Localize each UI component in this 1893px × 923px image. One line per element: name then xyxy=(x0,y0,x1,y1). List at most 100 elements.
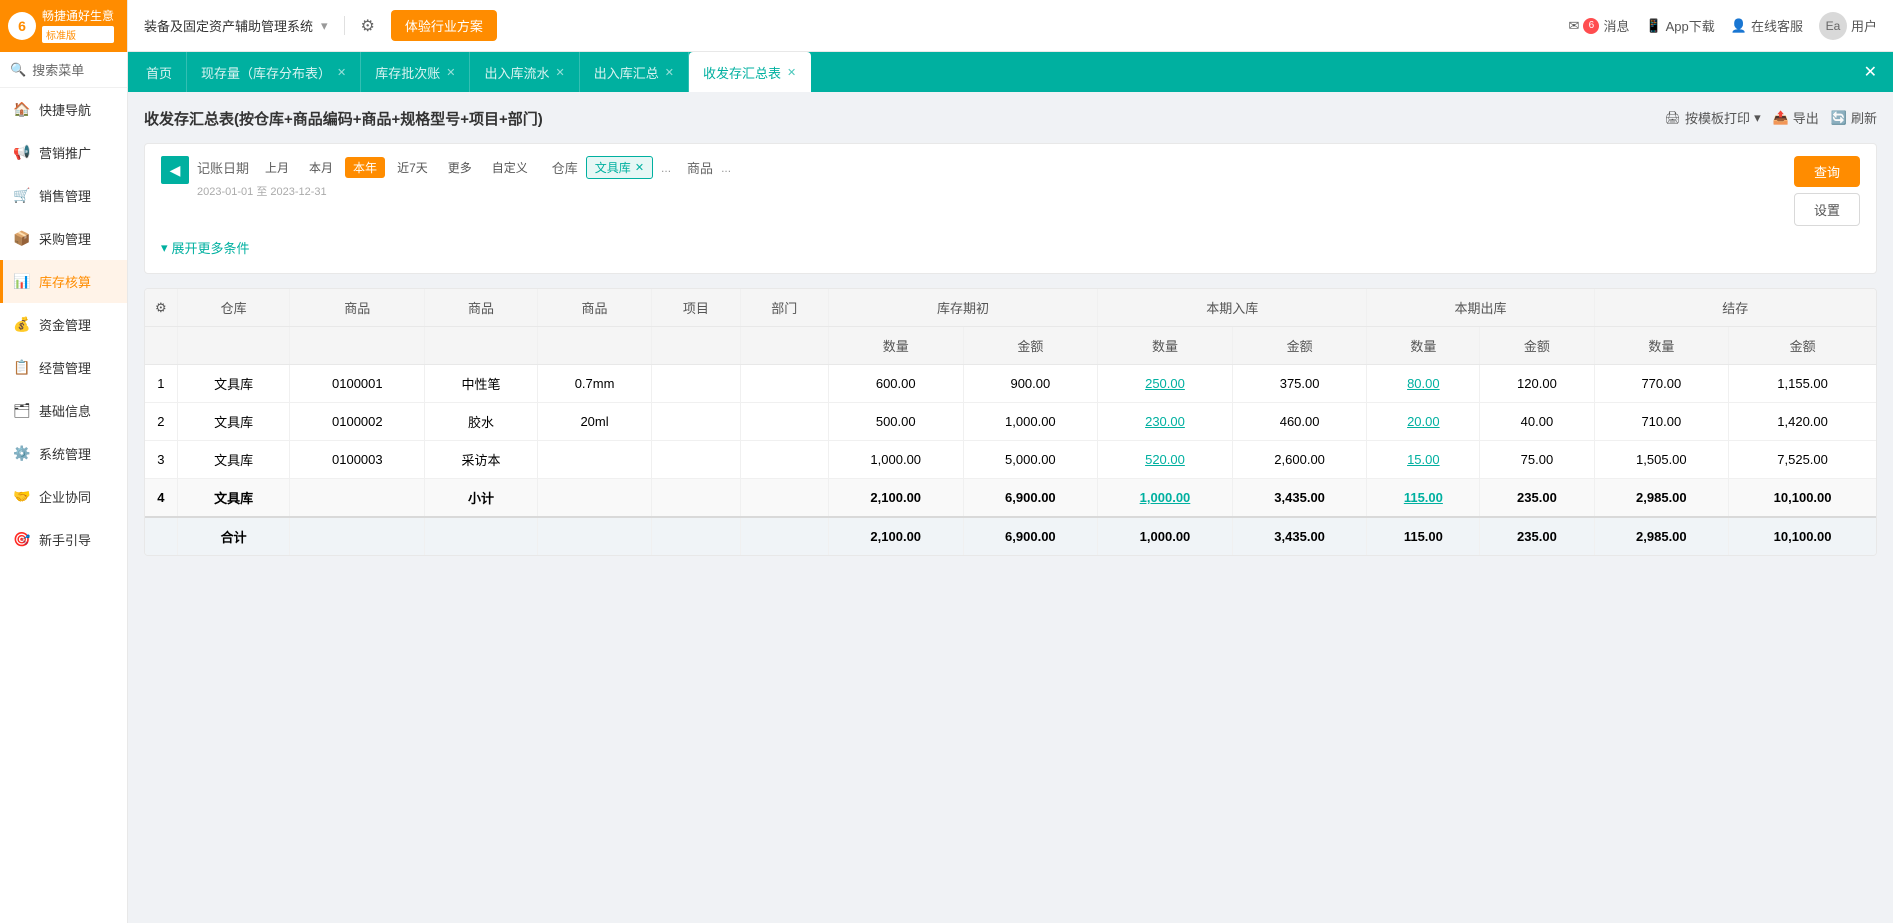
tab-window-close-button[interactable]: ✕ xyxy=(1852,62,1889,82)
goods-more-button[interactable]: ... xyxy=(721,161,731,175)
row-out-amt: 40.00 xyxy=(1480,403,1594,441)
tab-close-icon[interactable]: ✕ xyxy=(787,66,796,79)
table-row: 2 文具库 0100002 胶水 20ml 500.00 1,000.00 23… xyxy=(145,403,1876,441)
date-btn-this-month[interactable]: 本月 xyxy=(301,157,341,178)
tab-inout-summary[interactable]: 出入库汇总 ✕ xyxy=(580,52,689,92)
date-btn-7days[interactable]: 近7天 xyxy=(389,157,436,178)
sub-in-qty: 数量 xyxy=(1098,327,1233,365)
trial-button[interactable]: 体验行业方案 xyxy=(391,10,497,41)
row-dept xyxy=(740,365,828,403)
tab-close-icon[interactable]: ✕ xyxy=(337,66,346,79)
table-row: 3 文具库 0100003 采访本 1,000.00 5,000.00 520.… xyxy=(145,441,1876,479)
avatar: Ea xyxy=(1819,12,1847,40)
date-btn-last-month[interactable]: 上月 xyxy=(257,157,297,178)
goods-filter-label: 商品 xyxy=(687,158,713,177)
tab-home[interactable]: 首页 xyxy=(132,52,187,92)
row-out-qty[interactable]: 115.00 xyxy=(1367,479,1480,518)
date-range-display: 2023-01-01 至 2023-12-31 xyxy=(197,186,327,198)
app-download-label: App下载 xyxy=(1666,16,1715,35)
sidebar-item-system[interactable]: ⚙️ 系统管理 xyxy=(0,432,127,475)
row-project xyxy=(652,479,740,518)
operations-icon: 📋 xyxy=(13,359,31,377)
tab-recv-send-summary[interactable]: 收发存汇总表 ✕ xyxy=(689,52,811,92)
row-code: 0100001 xyxy=(290,365,425,403)
sidebar-item-enterprise[interactable]: 🤝 企业协同 xyxy=(0,475,127,518)
refresh-button[interactable]: 🔄 刷新 xyxy=(1831,108,1877,127)
user-button[interactable]: Ea 用户 xyxy=(1819,12,1877,40)
date-btn-this-year[interactable]: 本年 xyxy=(345,157,385,178)
sidebar-item-sales[interactable]: 🛒 销售管理 xyxy=(0,174,127,217)
sidebar-item-operations[interactable]: 📋 经营管理 xyxy=(0,346,127,389)
online-service-button[interactable]: 👤 在线客服 xyxy=(1731,16,1803,35)
row-bal-amt: 7,525.00 xyxy=(1729,441,1876,479)
sidebar-item-guide[interactable]: 🎯 新手引导 xyxy=(0,518,127,561)
sidebar-item-label: 库存核算 xyxy=(39,272,91,291)
row-in-amt: 375.00 xyxy=(1232,365,1367,403)
row-in-qty[interactable]: 1,000.00 xyxy=(1098,479,1233,518)
print-button[interactable]: 🖨 按模板打印 ▾ xyxy=(1665,108,1761,127)
row-spec xyxy=(537,441,651,479)
tabbar: 首页 现存量（库存分布表） ✕ 库存批次账 ✕ 出入库流水 ✕ 出入库汇总 ✕ … xyxy=(128,52,1893,92)
sidebar-item-inventory[interactable]: 📊 库存核算 xyxy=(0,260,127,303)
row-in-qty[interactable]: 230.00 xyxy=(1098,403,1233,441)
service-icon: 👤 xyxy=(1731,18,1747,34)
row-init-amt: 5,000.00 xyxy=(963,441,1098,479)
sidebar-item-basic-info[interactable]: 🗂 基础信息 xyxy=(0,389,127,432)
data-table: ⚙ 仓库 商品 商品 商品 项目 部门 库存期初 本期入库 本期出库 结存 xyxy=(145,289,1876,555)
row-dept xyxy=(740,441,828,479)
row-bal-amt: 1,155.00 xyxy=(1729,365,1876,403)
sub-init-qty: 数量 xyxy=(828,327,963,365)
system-icon: ⚙️ xyxy=(13,445,31,463)
sub-bal-amt: 金额 xyxy=(1729,327,1876,365)
sidebar-item-assets[interactable]: 💰 资金管理 xyxy=(0,303,127,346)
footer-out-amt: 235.00 xyxy=(1480,517,1594,555)
tab-close-icon[interactable]: ✕ xyxy=(446,66,455,79)
tab-batch-account[interactable]: 库存批次账 ✕ xyxy=(361,52,470,92)
home-icon: 🏠 xyxy=(13,101,31,119)
date-btn-more[interactable]: 更多 xyxy=(440,157,480,178)
sidebar-search[interactable]: 🔍 搜索菜单 xyxy=(0,52,127,88)
warehouse-tag-close-button[interactable]: ✕ xyxy=(635,161,644,174)
row-in-amt: 3,435.00 xyxy=(1232,479,1367,518)
table-settings-button[interactable]: 设置 xyxy=(1794,193,1860,226)
sidebar-item-marketing[interactable]: 📢 营销推广 xyxy=(0,131,127,174)
row-out-qty[interactable]: 20.00 xyxy=(1367,403,1480,441)
logo-title: 畅捷通好生意 xyxy=(42,9,114,25)
date-btn-custom[interactable]: 自定义 xyxy=(484,157,536,178)
refresh-label: 刷新 xyxy=(1851,108,1877,127)
col-project: 项目 xyxy=(652,289,740,327)
sidebar-logo: 6 畅捷通好生意 标准版 xyxy=(0,0,127,52)
row-init-qty: 2,100.00 xyxy=(828,479,963,518)
col-goods: 商品 xyxy=(425,289,538,327)
sub-bal-qty: 数量 xyxy=(1594,327,1729,365)
tab-inventory-dist[interactable]: 现存量（库存分布表） ✕ xyxy=(187,52,361,92)
query-button[interactable]: 查询 xyxy=(1794,156,1860,187)
settings-gear-icon[interactable]: ⚙ xyxy=(361,16,375,36)
sub-empty4 xyxy=(425,327,538,365)
row-in-qty[interactable]: 250.00 xyxy=(1098,365,1233,403)
table-settings-col[interactable]: ⚙ xyxy=(145,289,177,327)
logo-tag: 标准版 xyxy=(42,26,114,43)
tab-close-icon[interactable]: ✕ xyxy=(665,66,674,79)
app-download-button[interactable]: 📱 App下载 xyxy=(1645,16,1714,35)
row-dept xyxy=(740,403,828,441)
tab-close-icon[interactable]: ✕ xyxy=(556,66,565,79)
expand-filter-button[interactable]: ▾ 展开更多条件 xyxy=(161,234,1860,261)
tab-label: 库存批次账 xyxy=(375,63,440,82)
row-code xyxy=(290,479,425,518)
tab-inout-flow[interactable]: 出入库流水 ✕ xyxy=(470,52,579,92)
sidebar-item-purchase[interactable]: 📦 采购管理 xyxy=(0,217,127,260)
collapse-arrow-button[interactable]: ◀ xyxy=(161,156,189,184)
warehouse-more-button[interactable]: ... xyxy=(661,161,671,175)
row-dept xyxy=(740,479,828,518)
row-bal-amt: 1,420.00 xyxy=(1729,403,1876,441)
export-button[interactable]: 📤 导出 xyxy=(1773,108,1819,127)
row-out-qty[interactable]: 80.00 xyxy=(1367,365,1480,403)
row-in-qty[interactable]: 520.00 xyxy=(1098,441,1233,479)
sidebar-item-quick-nav[interactable]: 🏠 快捷导航 xyxy=(0,88,127,131)
row-goods: 中性笔 xyxy=(425,365,538,403)
messages-button[interactable]: ✉ 6 消息 xyxy=(1569,16,1630,35)
row-in-amt: 2,600.00 xyxy=(1232,441,1367,479)
row-out-qty[interactable]: 15.00 xyxy=(1367,441,1480,479)
row-warehouse: 文具库 xyxy=(177,365,290,403)
